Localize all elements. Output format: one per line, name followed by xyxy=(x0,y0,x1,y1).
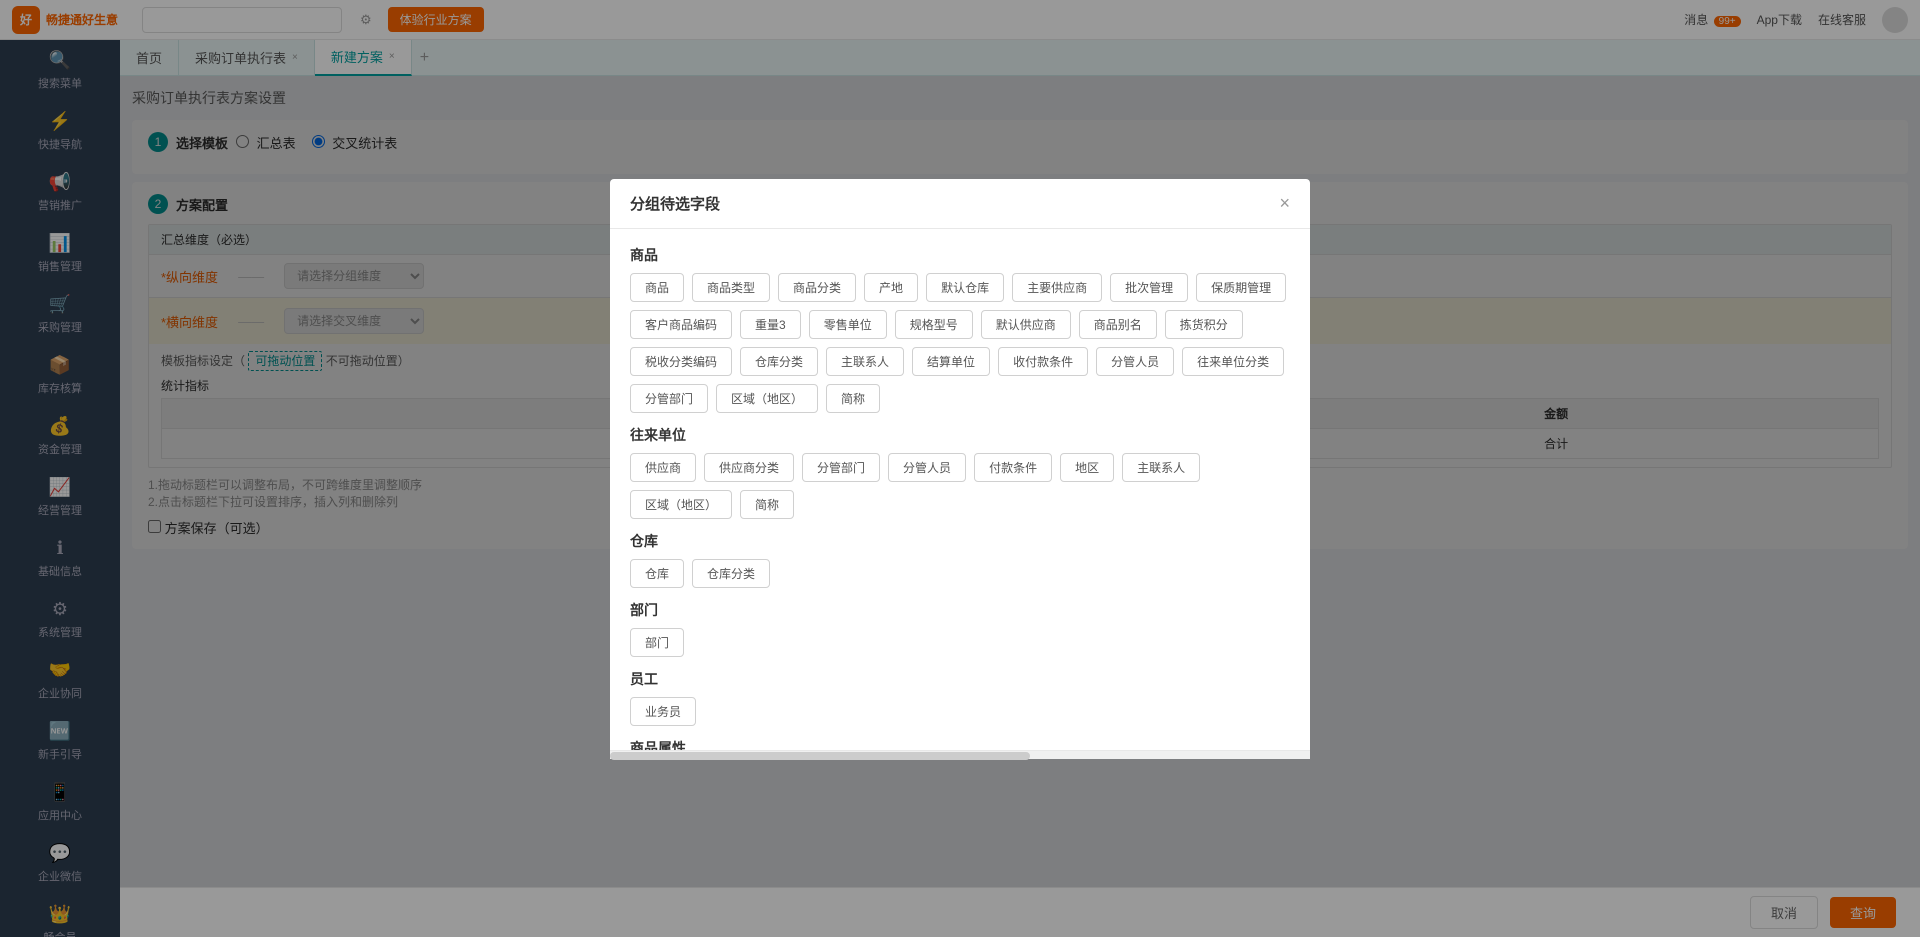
field-salesperson[interactable]: 业务员 xyxy=(630,697,696,726)
field-dept[interactable]: 部门 xyxy=(630,628,684,657)
section-partner-fields: 供应商 供应商分类 分管部门 分管人员 付款条件 地区 主联系人 区域（地区） … xyxy=(630,453,1290,519)
field-settlement-unit[interactable]: 结算单位 xyxy=(912,347,990,376)
modal-horizontal-scrollbar[interactable] xyxy=(610,750,1310,758)
field-partner-category[interactable]: 往来单位分类 xyxy=(1182,347,1284,376)
field-main-contact[interactable]: 主联系人 xyxy=(826,347,904,376)
field-origin[interactable]: 产地 xyxy=(864,273,918,302)
section-product-attr-title: 商品属性 xyxy=(630,738,1290,751)
section-dept-title: 部门 xyxy=(630,600,1290,620)
section-staff-fields: 业务员 xyxy=(630,697,1290,726)
section-product-fields: 商品 商品类型 商品分类 产地 默认仓库 主要供应商 批次管理 保质期管理 客户… xyxy=(630,273,1290,413)
field-short-name[interactable]: 简称 xyxy=(826,384,880,413)
field-tax-code[interactable]: 税收分类编码 xyxy=(630,347,732,376)
section-warehouse-title: 仓库 xyxy=(630,531,1290,551)
field-warehouse[interactable]: 仓库 xyxy=(630,559,684,588)
field-warehouse-category[interactable]: 仓库分类 xyxy=(740,347,818,376)
field-default-supplier[interactable]: 默认供应商 xyxy=(981,310,1071,339)
field-customer-code[interactable]: 客户商品编码 xyxy=(630,310,732,339)
field-weight3[interactable]: 重量3 xyxy=(740,310,801,339)
field-product[interactable]: 商品 xyxy=(630,273,684,302)
field-spec-model[interactable]: 规格型号 xyxy=(895,310,973,339)
field-supplier[interactable]: 供应商 xyxy=(630,453,696,482)
field-main-supplier[interactable]: 主要供应商 xyxy=(1012,273,1102,302)
field-product-alias[interactable]: 商品别名 xyxy=(1079,310,1157,339)
section-staff-title: 员工 xyxy=(630,669,1290,689)
field-main-contact2[interactable]: 主联系人 xyxy=(1122,453,1200,482)
field-default-warehouse[interactable]: 默认仓库 xyxy=(926,273,1004,302)
field-dept-mgmt2[interactable]: 分管部门 xyxy=(802,453,880,482)
field-expiry-mgmt[interactable]: 保质期管理 xyxy=(1196,273,1286,302)
modal-scrollbar-thumb xyxy=(610,752,1030,760)
field-warehouse-cat[interactable]: 仓库分类 xyxy=(692,559,770,588)
field-payment-terms[interactable]: 收付款条件 xyxy=(998,347,1088,376)
modal-dialog: 分组待选字段 × 商品 商品 商品类型 商品分类 产地 默认仓库 主要供应商 批… xyxy=(610,179,1310,759)
modal-body: 商品 商品 商品类型 商品分类 产地 默认仓库 主要供应商 批次管理 保质期管理… xyxy=(610,229,1310,751)
modal-overlay[interactable]: 分组待选字段 × 商品 商品 商品类型 商品分类 产地 默认仓库 主要供应商 批… xyxy=(0,0,1920,937)
field-retail-unit[interactable]: 零售单位 xyxy=(809,310,887,339)
field-dept-mgmt[interactable]: 分管部门 xyxy=(630,384,708,413)
field-area[interactable]: 地区 xyxy=(1060,453,1114,482)
modal-header: 分组待选字段 × xyxy=(610,179,1310,229)
field-product-category[interactable]: 商品分类 xyxy=(778,273,856,302)
field-payment-cond[interactable]: 付款条件 xyxy=(974,453,1052,482)
section-warehouse-fields: 仓库 仓库分类 xyxy=(630,559,1290,588)
field-product-type[interactable]: 商品类型 xyxy=(692,273,770,302)
field-dept-person[interactable]: 分管人员 xyxy=(888,453,966,482)
field-region2[interactable]: 区域（地区） xyxy=(630,490,732,519)
field-short-name2[interactable]: 简称 xyxy=(740,490,794,519)
section-partner-title: 往来单位 xyxy=(630,425,1290,445)
section-dept-fields: 部门 xyxy=(630,628,1290,657)
modal-title: 分组待选字段 xyxy=(630,193,720,214)
modal-close-button[interactable]: × xyxy=(1279,193,1290,214)
section-product-title: 商品 xyxy=(630,245,1290,265)
field-pick-points[interactable]: 拣货积分 xyxy=(1165,310,1243,339)
field-supervisor[interactable]: 分管人员 xyxy=(1096,347,1174,376)
field-region[interactable]: 区域（地区） xyxy=(716,384,818,413)
field-batch-mgmt[interactable]: 批次管理 xyxy=(1110,273,1188,302)
field-supplier-category[interactable]: 供应商分类 xyxy=(704,453,794,482)
